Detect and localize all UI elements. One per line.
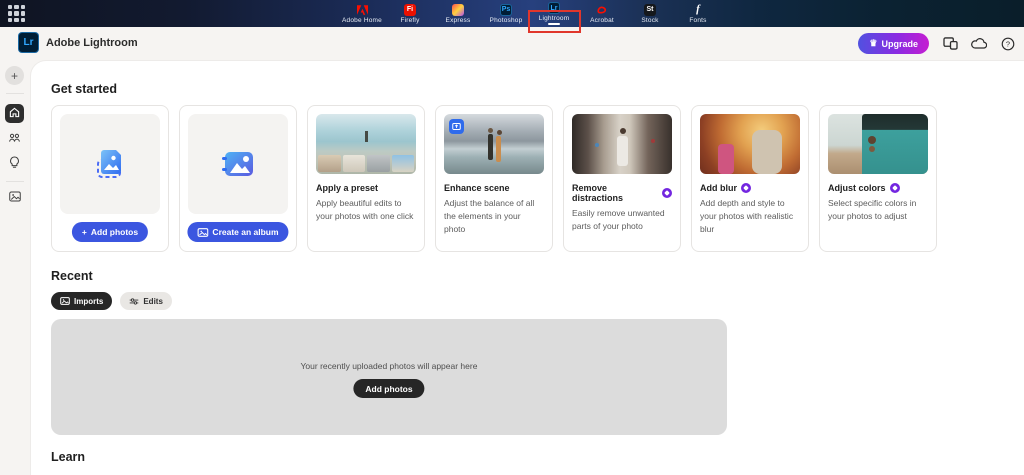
fonts-icon: f (696, 3, 700, 15)
upgrade-button[interactable]: ♛ Upgrade (858, 33, 929, 54)
recent-filters: Imports Edits (51, 292, 172, 310)
adjust-colors-image (828, 114, 928, 174)
card-description: Apply beautiful edits to your photos wit… (316, 198, 414, 222)
app-lightroom[interactable]: Lr Lightroom (530, 0, 578, 27)
empty-state-text: Your recently uploaded photos will appea… (300, 361, 478, 371)
express-icon (452, 3, 464, 16)
get-started-cards: + Add photos Create an album Apply a pre… (51, 105, 937, 252)
app-label: Stock (641, 16, 659, 24)
firefly-icon: Fi (404, 3, 416, 16)
lightroom-logo: Lr (18, 32, 39, 53)
sidebar-item-community[interactable] (5, 130, 24, 149)
create-album-illustration (188, 114, 288, 214)
filter-imports[interactable]: Imports (51, 292, 113, 310)
imports-icon (60, 297, 70, 305)
app-label: Lightroom (539, 15, 570, 25)
remove-distractions-image (572, 114, 672, 174)
app-label: Adobe Home (342, 16, 382, 24)
lightbulb-icon (9, 155, 20, 174)
add-photos-illustration (60, 114, 160, 214)
premium-icon (889, 183, 900, 193)
app-shortcuts: Adobe Home Fi Firefly Express Ps Photosh… (338, 0, 722, 27)
adobe-app-switcher-bar: Adobe Home Fi Firefly Express Ps Photosh… (0, 0, 1024, 27)
card-description: Adjust the balance of all the elements i… (444, 198, 535, 235)
community-icon (8, 131, 21, 149)
app-label: Photoshop (489, 16, 523, 24)
card-add-photos[interactable]: + Add photos (51, 105, 169, 252)
app-stock[interactable]: St Stock (626, 0, 674, 27)
adobe-home-icon (356, 4, 368, 16)
main-content-panel: Get started + Add photos Create an album… (30, 60, 1024, 475)
plus-icon: + (81, 227, 87, 237)
enhance-scene-image (444, 114, 544, 174)
card-enhance-scene[interactable]: Enhance scene Adjust the balance of all … (435, 105, 553, 252)
crown-icon: ♛ (869, 38, 878, 48)
sidebar-item-home[interactable] (5, 104, 24, 123)
app-firefly[interactable]: Fi Firefly (386, 0, 434, 27)
photos-icon (8, 189, 21, 207)
card-title: Enhance scene (444, 183, 510, 193)
home-icon (9, 105, 20, 123)
sliders-icon (130, 297, 139, 305)
lightroom-header: Lr Adobe Lightroom ♛ Upgrade ? (0, 27, 1024, 60)
devices-sync-icon[interactable] (942, 36, 958, 52)
card-description: Add depth and style to your photos with … (700, 198, 794, 235)
photoshop-icon: Ps (500, 3, 512, 16)
sidebar-divider (6, 181, 24, 182)
learn-heading: Learn (51, 450, 86, 464)
svg-text:?: ? (1006, 39, 1010, 48)
app-express[interactable]: Express (434, 0, 482, 27)
album-icon (197, 227, 209, 237)
auto-enhance-icon (449, 119, 464, 134)
card-title: Remove distractions (572, 183, 672, 203)
help-icon[interactable]: ? (1000, 36, 1016, 52)
card-remove-distractions[interactable]: Remove distractions Easily remove unwant… (563, 105, 681, 252)
cloud-status-icon[interactable] (971, 36, 987, 52)
recent-empty-state: Your recently uploaded photos will appea… (51, 319, 727, 435)
apply-preset-image (316, 114, 416, 174)
card-add-blur[interactable]: Add blur Add depth and style to your pho… (691, 105, 809, 252)
acrobat-icon (596, 4, 608, 16)
app-photoshop[interactable]: Ps Photoshop (482, 0, 530, 27)
app-label: Express (445, 16, 471, 24)
add-blur-image (700, 114, 800, 174)
app-acrobat[interactable]: Acrobat (578, 0, 626, 27)
create-album-icon (222, 152, 253, 176)
app-grid-menu-icon[interactable] (8, 5, 25, 22)
stock-icon: St (644, 3, 656, 16)
card-adjust-colors[interactable]: Adjust colors Select specific colors in … (819, 105, 937, 252)
left-sidebar: + (0, 60, 30, 475)
app-fonts[interactable]: f Fonts (674, 0, 722, 27)
add-button[interactable]: + (5, 66, 24, 85)
card-description: Easily remove unwanted parts of your pho… (572, 208, 665, 232)
get-started-heading: Get started (51, 82, 117, 96)
create-album-button[interactable]: Create an album (187, 222, 289, 242)
card-title: Apply a preset (316, 183, 379, 193)
card-title: Adjust colors (828, 183, 928, 193)
lightroom-icon: Lr (548, 2, 560, 14)
page-title: Adobe Lightroom (46, 37, 138, 49)
app-label: Fonts (689, 16, 707, 24)
recent-heading: Recent (51, 269, 93, 283)
card-description: Select specific colors in your photos to… (828, 198, 917, 222)
premium-icon (741, 183, 751, 193)
preset-thumbnails (318, 155, 414, 172)
card-title: Add blur (700, 183, 800, 193)
app-label: Firefly (400, 16, 420, 24)
card-apply-preset[interactable]: Apply a preset Apply beautiful edits to … (307, 105, 425, 252)
app-adobe-home[interactable]: Adobe Home (338, 0, 386, 27)
card-create-album[interactable]: Create an album (179, 105, 297, 252)
sidebar-item-photos[interactable] (5, 188, 24, 207)
filter-edits[interactable]: Edits (120, 292, 172, 310)
premium-icon (662, 188, 672, 198)
app-label: Acrobat (590, 16, 614, 24)
add-photos-icon (97, 150, 121, 178)
sidebar-divider (6, 93, 24, 94)
empty-add-photos-button[interactable]: Add photos (353, 379, 425, 398)
sidebar-item-learn[interactable] (5, 155, 24, 174)
add-photos-button[interactable]: + Add photos (71, 222, 149, 242)
